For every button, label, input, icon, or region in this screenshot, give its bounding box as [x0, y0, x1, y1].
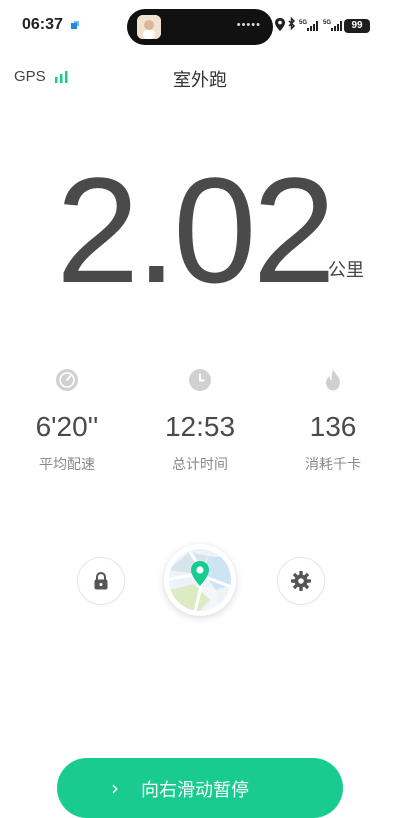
- notification-icon: [71, 21, 79, 29]
- island-indicator: •••••: [236, 19, 261, 31]
- battery-indicator: 99: [344, 19, 370, 33]
- distance-unit: 公里: [328, 260, 364, 281]
- network-label-2: 5G: [323, 20, 331, 26]
- stat-pace: 6'20'' 平均配速: [12, 368, 122, 474]
- speedometer-icon: [56, 369, 78, 391]
- status-icons: 5G 5G 99: [274, 15, 394, 37]
- map-button[interactable]: [164, 544, 236, 616]
- gear-icon: [291, 571, 311, 591]
- map-pin-icon: [169, 549, 231, 611]
- settings-button[interactable]: [277, 557, 325, 605]
- stat-time: 12:53 总计时间: [145, 368, 255, 474]
- dynamic-island[interactable]: •••••: [127, 9, 273, 45]
- lock-button[interactable]: [77, 557, 125, 605]
- page-title: 室外跑: [173, 70, 227, 91]
- avatar: [137, 15, 161, 39]
- pace-value: 6'20'': [35, 411, 99, 442]
- chevron-right-icon: ›: [111, 776, 119, 800]
- lock-icon: [94, 571, 108, 590]
- time-value: 12:53: [164, 411, 236, 442]
- calories-label: 消耗千卡: [305, 457, 361, 473]
- calories-value: 136: [309, 411, 357, 442]
- status-bar: 06:37 ••••• 5G 5G 99: [0, 0, 400, 54]
- time-label: 总计时间: [172, 457, 228, 473]
- status-time: 06:37: [22, 16, 63, 33]
- pace-label: 平均配速: [39, 457, 95, 473]
- clock-icon: [189, 369, 211, 391]
- slide-label: 向右滑动暂停: [141, 780, 249, 801]
- distance-value: 2.02: [56, 146, 336, 314]
- slide-to-pause[interactable]: › 向右滑动暂停: [57, 758, 343, 818]
- stat-calories: 136 消耗千卡: [278, 368, 388, 474]
- flame-icon: [326, 369, 340, 391]
- network-label-1: 5G: [299, 20, 307, 26]
